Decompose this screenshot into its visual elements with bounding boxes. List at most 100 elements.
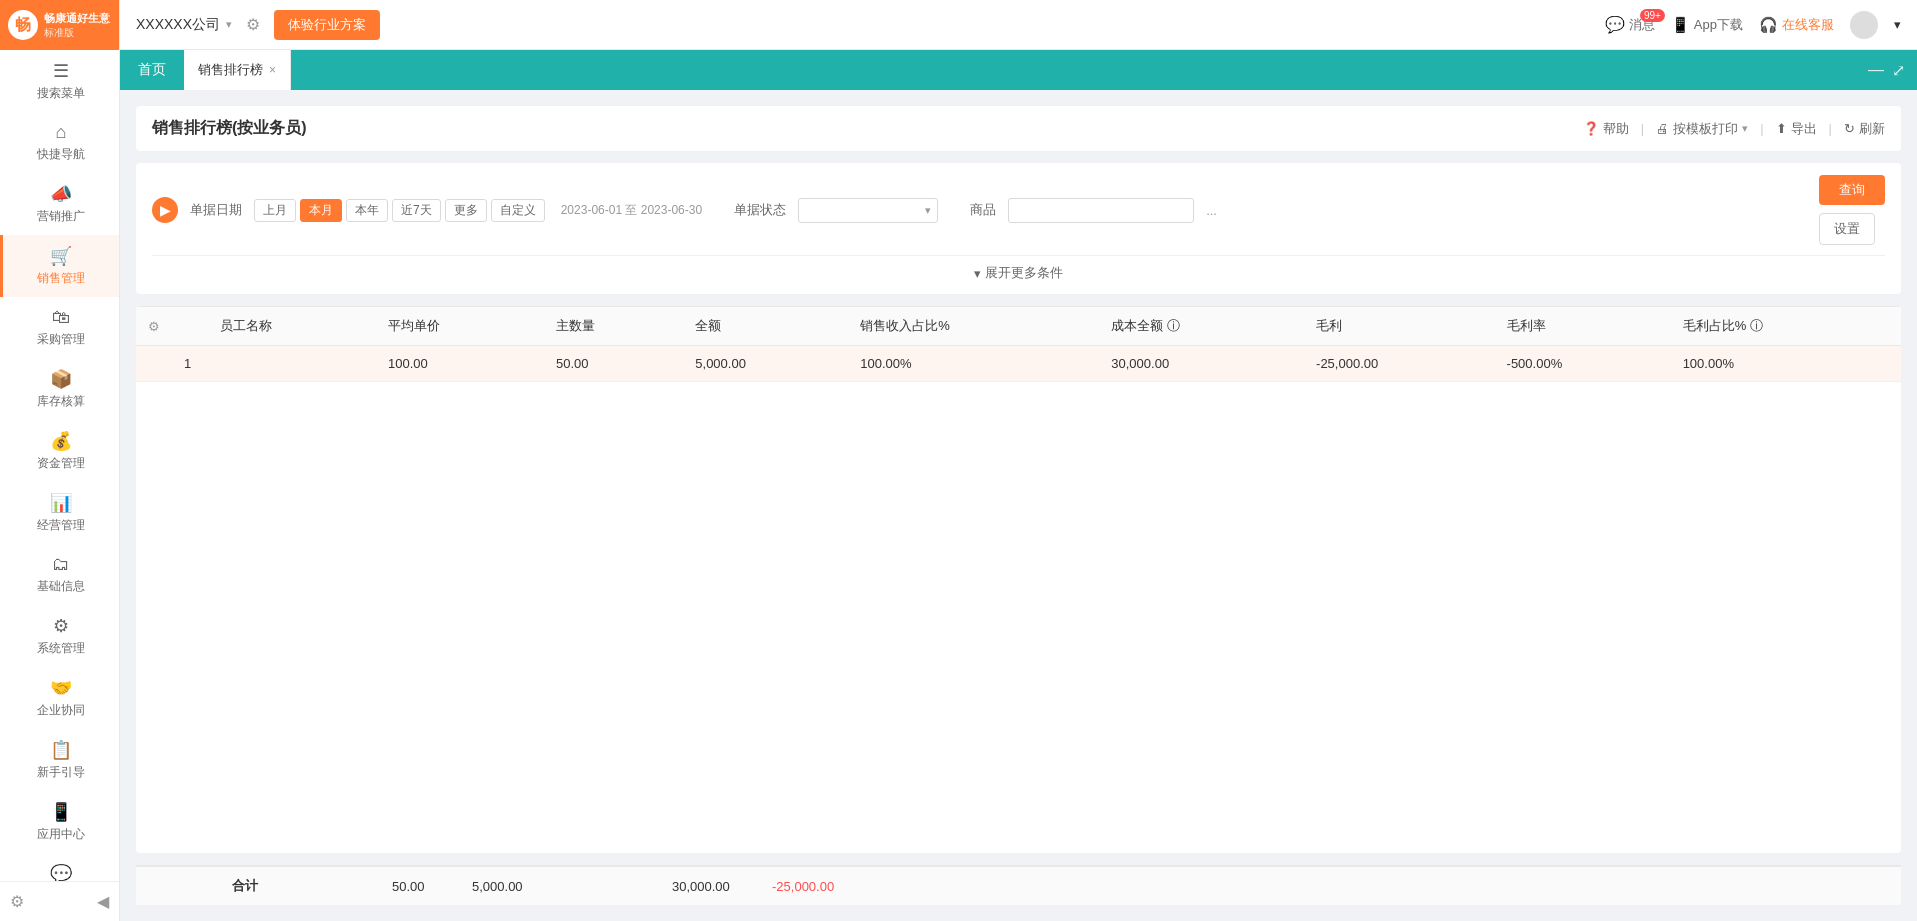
right-panel: 查询 设置 (1819, 175, 1885, 245)
td-sales-pct: 100.00% (848, 346, 1099, 382)
status-select-wrapper (798, 198, 938, 223)
footer-gross: -25,000.00 (760, 879, 860, 894)
search-menu-icon: ☰ (53, 60, 69, 82)
sidebar-item-wechat[interactable]: 💬 企业微信 (0, 853, 119, 881)
sidebar-item-collab[interactable]: 🤝 企业协同 (0, 667, 119, 729)
sidebar-settings-btn[interactable]: ⚙ (10, 892, 24, 911)
divider3: | (1829, 121, 1832, 136)
sidebar: 畅 畅康通好生意 标准版 ☰ 搜索菜单 ⌂ 快捷导航 📣 营销推广 🛒 销售管理… (0, 0, 120, 921)
tabbar: 首页 销售排行榜 × — ⤢ (120, 50, 1917, 90)
th-employee: 员工名称 (208, 307, 376, 346)
print-dropdown-arrow: ▾ (1742, 122, 1748, 135)
username-btn[interactable]: ▾ (1894, 17, 1901, 32)
sidebar-item-inventory[interactable]: 📦 库存核算 (0, 358, 119, 420)
finance-icon: 💰 (50, 430, 72, 452)
refresh-btn[interactable]: ↻ 刷新 (1844, 120, 1885, 138)
th-gross: 毛利 (1304, 307, 1495, 346)
th-cost: 成本全额 ⓘ (1099, 307, 1304, 346)
tab-close-btn[interactable]: × (269, 63, 276, 77)
filter-ellipsis[interactable]: ... (1206, 203, 1217, 218)
content-inner: 销售排行榜(按业务员) ❓ 帮助 | 🖨 按模板打印 ▾ | ⬆ (120, 90, 1917, 921)
page-actions: ❓ 帮助 | 🖨 按模板打印 ▾ | ⬆ 导出 | (1583, 120, 1885, 138)
sidebar-item-system[interactable]: ⚙ 系统管理 (0, 605, 119, 667)
sidebar-collapse-btn[interactable]: ◀ (97, 892, 109, 911)
sidebar-item-search[interactable]: ☰ 搜索菜单 (0, 50, 119, 112)
expand-more-btn[interactable]: ▾ 展开更多条件 (152, 255, 1885, 282)
sidebar-item-management[interactable]: 📊 经营管理 (0, 482, 119, 544)
export-btn[interactable]: ⬆ 导出 (1776, 120, 1817, 138)
management-icon: 📊 (50, 492, 72, 514)
app-center-icon: 📱 (50, 801, 72, 823)
topbar-service-btn[interactable]: 🎧 在线客服 (1759, 16, 1834, 34)
date-custom-btn[interactable]: 自定义 (491, 199, 545, 222)
refresh-icon: ↻ (1844, 121, 1855, 136)
sidebar-item-marketing[interactable]: 📣 营销推广 (0, 173, 119, 235)
help-icon: ❓ (1583, 121, 1599, 136)
sidebar-nav: ☰ 搜索菜单 ⌂ 快捷导航 📣 营销推广 🛒 销售管理 🛍 采购管理 📦 库存核… (0, 50, 119, 881)
th-rank (172, 307, 208, 346)
status-label: 单据状态 (734, 201, 786, 219)
td-quantity: 50.00 (544, 346, 683, 382)
settings-link-btn[interactable]: 设置 (1819, 213, 1875, 245)
topbar-message-btn[interactable]: 💬 消息 99+ (1605, 15, 1655, 34)
user-avatar[interactable] (1850, 11, 1878, 39)
sidebar-item-quick-nav[interactable]: ⌂ 快捷导航 (0, 112, 119, 173)
divider2: | (1760, 121, 1763, 136)
th-avg-price: 平均单价 (376, 307, 544, 346)
query-btn[interactable]: 查询 (1819, 175, 1885, 205)
status-select[interactable] (798, 198, 938, 223)
data-table-section: ⚙ 员工名称 平均单价 主数量 全额 销售收入占比% 成本全额 ⓘ 毛利 毛利率… (136, 306, 1901, 853)
wechat-icon: 💬 (50, 863, 72, 881)
sidebar-item-app-center[interactable]: 📱 应用中心 (0, 791, 119, 853)
tab-sales-ranking[interactable]: 销售排行榜 × (184, 50, 291, 90)
basic-info-icon: 🗂 (52, 554, 70, 575)
goods-input[interactable] (1008, 198, 1194, 223)
logo-text: 畅康通好生意 标准版 (44, 11, 110, 40)
purchase-icon: 🛍 (52, 307, 70, 328)
th-sales-pct: 销售收入占比% (848, 307, 1099, 346)
footer-total: 5,000.00 (460, 879, 560, 894)
service-icon: 🎧 (1759, 16, 1778, 34)
column-settings-icon[interactable]: ⚙ (148, 319, 160, 334)
footer-label: 合计 (220, 877, 300, 895)
td-rank: 1 (172, 346, 208, 382)
date-this-year-btn[interactable]: 本年 (346, 199, 388, 222)
tab-minimize-btn[interactable]: — (1868, 61, 1884, 79)
table-header-row: ⚙ 员工名称 平均单价 主数量 全额 销售收入占比% 成本全额 ⓘ 毛利 毛利率… (136, 307, 1901, 346)
date-label: 单据日期 (190, 201, 242, 219)
help-btn[interactable]: ❓ 帮助 (1583, 120, 1629, 138)
table-row: 1 100.00 50.00 5,000.00 100.00% 30,000.0… (136, 346, 1901, 382)
home-icon: ⌂ (56, 122, 67, 143)
date-7days-btn[interactable]: 近7天 (392, 199, 441, 222)
td-gross-pct: 100.00% (1671, 346, 1901, 382)
filter-toggle-btn[interactable]: ▶ (152, 197, 178, 223)
app-download-icon: 📱 (1671, 16, 1690, 34)
td-avg-price: 100.00 (376, 346, 544, 382)
topbar-settings-btn[interactable]: ⚙ (246, 15, 260, 34)
expand-icon: ▾ (974, 266, 981, 281)
sales-icon: 🛒 (50, 245, 72, 267)
td-gross: -25,000.00 (1304, 346, 1495, 382)
tab-home[interactable]: 首页 (120, 50, 184, 90)
sidebar-item-purchase[interactable]: 🛍 采购管理 (0, 297, 119, 358)
td-settings (136, 346, 172, 382)
date-prev-month-btn[interactable]: 上月 (254, 199, 296, 222)
date-more-btn[interactable]: 更多 (445, 199, 487, 222)
print-btn[interactable]: 🖨 按模板打印 ▾ (1656, 120, 1748, 138)
company-select[interactable]: XXXXXX公司 ▾ (136, 16, 232, 34)
topbar: XXXXXX公司 ▾ ⚙ 体验行业方案 💬 消息 99+ 📱 App下载 🎧 在… (120, 0, 1917, 50)
th-settings: ⚙ (136, 307, 172, 346)
sidebar-bottom: ⚙ ◀ (0, 881, 119, 921)
sidebar-item-basic-info[interactable]: 🗂 基础信息 (0, 544, 119, 605)
content-area: 销售排行榜(按业务员) ❓ 帮助 | 🖨 按模板打印 ▾ | ⬆ (120, 90, 1917, 921)
trial-button[interactable]: 体验行业方案 (274, 10, 380, 40)
sidebar-item-finance[interactable]: 💰 资金管理 (0, 420, 119, 482)
sidebar-item-sales[interactable]: 🛒 销售管理 (0, 235, 119, 297)
marketing-icon: 📣 (50, 183, 72, 205)
sidebar-item-guide[interactable]: 📋 新手引导 (0, 729, 119, 791)
topbar-app-btn[interactable]: 📱 App下载 (1671, 16, 1743, 34)
tab-maximize-btn[interactable]: ⤢ (1892, 61, 1905, 80)
collab-icon: 🤝 (50, 677, 72, 699)
page-header: 销售排行榜(按业务员) ❓ 帮助 | 🖨 按模板打印 ▾ | ⬆ (136, 106, 1901, 151)
date-this-month-btn[interactable]: 本月 (300, 199, 342, 222)
